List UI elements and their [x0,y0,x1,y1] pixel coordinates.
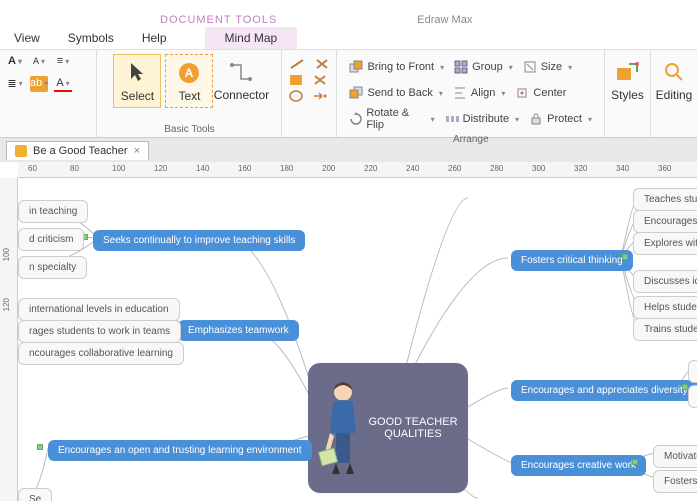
arrange-label: Arrange [453,132,489,145]
list-button[interactable]: ≣ [6,76,24,92]
svg-text:A: A [185,66,194,80]
line-icon[interactable] [289,58,305,70]
ribbon: A A ≡ ≣ ab A Select A Text Connector Bas… [0,50,697,138]
handle[interactable] [37,444,43,450]
app-title: Edraw Max [417,14,472,26]
canvas[interactable]: GOOD TEACHERQUALITIES Seeks continually … [18,178,697,501]
font-size-inc[interactable]: A [6,54,24,70]
node-diversity[interactable]: Encourages and appreciates diversity [511,380,697,401]
distribute-button[interactable]: Distribute [445,112,519,126]
bring-front-button[interactable]: Bring to Front [349,60,444,74]
basic-tools-label: Basic Tools [164,122,214,135]
select-tool[interactable]: Select [113,54,161,108]
ruler-horizontal: 6080100120140160180200220240260280300320… [18,162,697,178]
menu-view[interactable]: View [14,31,40,45]
x-icon[interactable] [315,58,329,70]
styles-icon [614,58,642,86]
menu-help[interactable]: Help [142,31,167,45]
back-icon [349,86,363,100]
align-icon [453,86,467,100]
node-critical[interactable]: Fosters critical thinking [511,250,633,271]
teacher-figure-icon [318,378,368,478]
document-tab[interactable]: Be a Good Teacher × [6,141,149,160]
text-tool[interactable]: A Text [165,54,213,108]
center-button[interactable]: Center [515,86,566,100]
distribute-icon [445,112,459,126]
connector-tool[interactable]: Connector [217,54,265,106]
align-button[interactable]: Align [453,86,505,100]
leaf[interactable]: Fosters innovat [653,470,697,493]
leaf[interactable]: Se [688,385,697,408]
menu-symbols[interactable]: Symbols [68,31,114,45]
ruler-vertical: 100120 [0,178,18,501]
leaf[interactable]: in teaching [18,200,88,223]
central-node[interactable]: GOOD TEACHERQUALITIES [308,363,468,493]
leaf[interactable]: ncourages collaborative learning [18,342,184,365]
styles-button[interactable]: Styles [604,54,652,106]
size-button[interactable]: Size [523,60,572,74]
node-creative[interactable]: Encourages creative work [511,455,646,476]
highlight-button[interactable]: ab [30,76,48,92]
leaf[interactable]: Teaches students [633,188,697,211]
font-color-button[interactable]: A [54,76,72,92]
send-back-button[interactable]: Send to Back [349,86,442,100]
cursor-icon [123,59,151,87]
connector-icon [227,58,255,86]
canvas-area: 6080100120140160180200220240260280300320… [0,162,697,501]
group-button[interactable]: Group [454,60,513,74]
circle-icon[interactable] [289,90,303,102]
font-size-dec[interactable]: A [30,54,48,70]
square-icon[interactable] [289,74,303,86]
rotate-button[interactable]: Rotate & Flip [349,107,434,131]
group-icon [454,60,468,74]
text-icon: A [175,59,203,87]
menu-bar: View Symbols Help Mind Map [0,26,697,50]
lock-icon [529,112,543,126]
protect-button[interactable]: Protect [529,112,592,126]
leaf[interactable]: n specialty [18,256,87,279]
size-icon [523,60,537,74]
leaf[interactable]: Nu [688,360,697,383]
front-icon [349,60,363,74]
font-group: A A ≡ ≣ ab A [0,50,97,137]
line-spacing[interactable]: ≡ [54,54,72,70]
leaf[interactable]: Se [18,488,52,501]
leaf[interactable]: Helps students to [633,296,697,319]
leaf[interactable]: Encourages stud [633,210,697,233]
leaf[interactable]: Motivates student [653,445,697,468]
shape-gallery[interactable] [285,54,333,106]
leaf[interactable]: international levels in education [18,298,180,321]
leaf[interactable]: Discusses ideas [633,270,697,293]
handle[interactable] [622,254,628,260]
node-teamwork[interactable]: Emphasizes teamwork [178,320,299,341]
document-tools-label: DOCUMENT TOOLS [160,14,277,26]
search-icon [660,58,688,86]
node-open-env[interactable]: Encourages an open and trusting learning… [48,440,312,461]
doc-icon [15,145,27,157]
leaf[interactable]: Explores with pro [633,232,697,255]
handle[interactable] [632,459,638,465]
x2-icon[interactable] [313,74,327,86]
leaf[interactable]: d criticism [18,228,84,251]
menu-mindmap[interactable]: Mind Map [205,27,298,49]
leaf[interactable]: Trains students in [633,318,697,341]
leaf[interactable]: rages students to work in teams [18,320,181,343]
node-improve-skills[interactable]: Seeks continually to improve teaching sk… [93,230,305,251]
close-icon[interactable]: × [134,145,140,157]
rotate-icon [349,112,362,126]
center-icon [515,86,529,100]
editing-button[interactable]: Editing [650,54,697,106]
document-tab-bar: Be a Good Teacher × [0,138,697,162]
arrow-shape-icon[interactable] [313,90,327,102]
